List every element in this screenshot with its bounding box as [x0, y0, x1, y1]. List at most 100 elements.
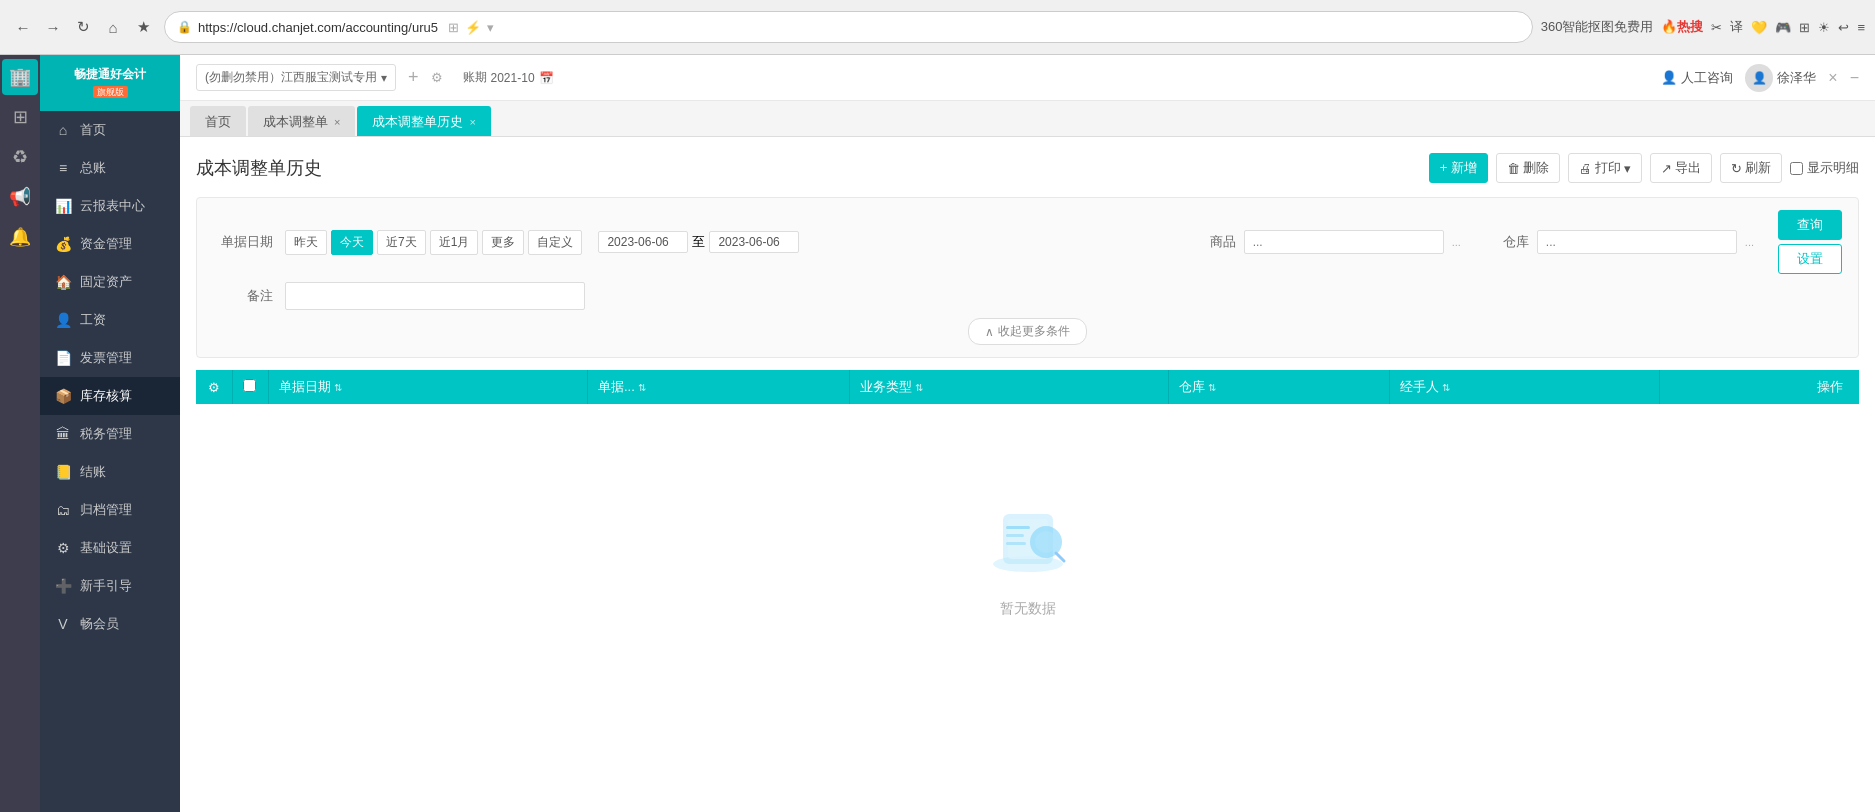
icon-bar-item-3[interactable]: 📢: [2, 179, 38, 215]
url-bar[interactable]: 🔒 https://cloud.chanjet.com/accounting/u…: [164, 11, 1533, 43]
extensions-icon: ⊞: [448, 20, 459, 35]
select-all-checkbox[interactable]: [243, 379, 256, 392]
sidebar-item-settings[interactable]: ⚙ 基础设置: [40, 529, 180, 567]
remark-input[interactable]: [285, 282, 585, 310]
sidebar-item-assets[interactable]: 🏠 固定资产: [40, 263, 180, 301]
icon-bar-item-4[interactable]: 🔔: [2, 219, 38, 255]
date-to-input[interactable]: 2023-06-06: [709, 231, 799, 253]
sidebar-item-vip[interactable]: V 畅会员: [40, 605, 180, 643]
settings-gear-icon[interactable]: ⚙: [431, 70, 443, 85]
user-btn[interactable]: 👤 徐泽华: [1745, 64, 1816, 92]
date-custom-btn[interactable]: 自定义: [528, 230, 582, 255]
sidebar-item-archive[interactable]: 🗂 归档管理: [40, 491, 180, 529]
date-today-btn[interactable]: 今天: [331, 230, 373, 255]
add-btn[interactable]: + 新增: [1429, 153, 1488, 183]
back-btn[interactable]: ←: [10, 14, 36, 40]
icon-bar-logo[interactable]: 🏢: [2, 59, 38, 95]
icon-bar-item-2[interactable]: ♻: [2, 139, 38, 175]
menu-icon: ≡: [1857, 20, 1865, 35]
th-warehouse-label: 仓库: [1179, 378, 1205, 396]
sidebar-item-inventory[interactable]: 📦 库存核算: [40, 377, 180, 415]
delete-btn[interactable]: 🗑 删除: [1496, 153, 1560, 183]
sidebar-item-salary[interactable]: 👤 工资: [40, 301, 180, 339]
filter-settings-btn[interactable]: 设置: [1778, 244, 1842, 274]
collapse-container: ∧ 收起更多条件: [213, 318, 1842, 345]
icon-bar-item-1[interactable]: ⊞: [2, 99, 38, 135]
sort-operator-btn[interactable]: 经手人 ⇅: [1400, 378, 1649, 396]
sidebar-item-closing[interactable]: 📒 结账: [40, 453, 180, 491]
forward-btn[interactable]: →: [40, 14, 66, 40]
show-detail-input[interactable]: [1790, 162, 1803, 175]
sidebar-item-ledger[interactable]: ≡ 总账: [40, 149, 180, 187]
page-actions: + 新增 🗑 删除 🖨 打印 ▾ ↗ 导出 ↻: [1429, 153, 1859, 183]
browser-nav: ← → ↻ ⌂ ★: [10, 14, 156, 40]
warehouse-more-btn[interactable]: ...: [1745, 236, 1754, 248]
sidebar-item-invoice[interactable]: 📄 发票管理: [40, 339, 180, 377]
home-icon: ⌂: [54, 122, 72, 138]
close-window-btn[interactable]: ×: [1828, 69, 1837, 87]
sort-biztype-btn[interactable]: 业务类型 ⇅: [860, 378, 1158, 396]
sort-date-icon: ⇅: [334, 382, 342, 393]
funds-icon: 💰: [54, 236, 72, 252]
collapse-btn[interactable]: ∧ 收起更多条件: [968, 318, 1087, 345]
table-header-row: ⚙ 单据日期 ⇅ 单据...: [196, 370, 1859, 404]
date-more-btn[interactable]: 更多: [482, 230, 524, 255]
sidebar-logo: 畅捷通好会计 旗舰版: [40, 55, 180, 111]
sidebar-item-home[interactable]: ⌂ 首页: [40, 111, 180, 149]
th-biztype-label: 业务类型: [860, 378, 912, 396]
support-btn[interactable]: 👤 人工咨询: [1661, 69, 1733, 87]
svg-point-4: [1035, 531, 1057, 553]
th-settings[interactable]: ⚙: [196, 370, 232, 404]
th-actions-label: 操作: [1817, 379, 1843, 394]
tax-icon: 🏛: [54, 426, 72, 442]
date-1month-btn[interactable]: 近1月: [430, 230, 479, 255]
export-btn[interactable]: ↗ 导出: [1650, 153, 1712, 183]
home-btn[interactable]: ⌂: [100, 14, 126, 40]
calendar-icon: 📅: [539, 71, 554, 85]
sidebar-item-tax[interactable]: 🏛 税务管理: [40, 415, 180, 453]
filter-row-date: 单据日期 昨天 今天 近7天 近1月 更多 自定义 2023-06-06 至 2…: [213, 210, 1842, 274]
tab-cost-adjust-history-close[interactable]: ×: [469, 116, 475, 128]
sidebar-item-reports-label: 云报表中心: [80, 197, 145, 215]
company-selector[interactable]: (勿删勿禁用）江西服宝测试专用 ▾: [196, 64, 396, 91]
search-btn[interactable]: 查询: [1778, 210, 1842, 240]
sidebar-item-guide-label: 新手引导: [80, 577, 132, 595]
delete-label: 删除: [1523, 159, 1549, 177]
sort-date-btn[interactable]: 单据日期 ⇅: [279, 378, 577, 396]
period-value: 2021-10: [491, 71, 535, 85]
bookmark-btn[interactable]: ★: [130, 14, 156, 40]
print-btn[interactable]: 🖨 打印 ▾: [1568, 153, 1642, 183]
date-quick-buttons: 昨天 今天 近7天 近1月 更多 自定义: [285, 230, 582, 255]
tab-home[interactable]: 首页: [190, 106, 246, 136]
sidebar-item-inventory-label: 库存核算: [80, 387, 132, 405]
warehouse-input[interactable]: [1537, 230, 1737, 254]
top-bar: (勿删勿禁用）江西服宝测试专用 ▾ + ⚙ 账期 2021-10 📅 👤 人工咨…: [180, 55, 1875, 101]
refresh-btn[interactable]: ↻: [70, 14, 96, 40]
date-7days-btn[interactable]: 近7天: [377, 230, 426, 255]
goods-more-btn[interactable]: ...: [1452, 236, 1461, 248]
tab-cost-adjust-close[interactable]: ×: [334, 116, 340, 128]
sidebar-item-funds[interactable]: 💰 资金管理: [40, 225, 180, 263]
sidebar-item-reports[interactable]: 📊 云报表中心: [40, 187, 180, 225]
closing-icon: 📒: [54, 464, 72, 480]
content-area: 成本调整单历史 + 新增 🗑 删除 🖨 打印 ▾ ↗ 导出: [180, 137, 1875, 812]
sort-number-icon: ⇅: [638, 382, 646, 393]
date-from-input[interactable]: 2023-06-06: [598, 231, 688, 253]
tab-cost-adjust[interactable]: 成本调整单 ×: [248, 106, 355, 136]
sort-warehouse-btn[interactable]: 仓库 ⇅: [1179, 378, 1379, 396]
add-company-btn[interactable]: +: [408, 67, 419, 88]
assets-icon: 🏠: [54, 274, 72, 290]
empty-text: 暂无数据: [1000, 600, 1056, 618]
show-detail-checkbox[interactable]: 显示明细: [1790, 159, 1859, 177]
reports-icon: 📊: [54, 198, 72, 214]
sort-number-btn[interactable]: 单据... ⇅: [598, 378, 839, 396]
tab-cost-adjust-history[interactable]: 成本调整单历史 ×: [357, 106, 490, 136]
th-operator: 经手人 ⇅: [1389, 370, 1659, 404]
company-name: (勿删勿禁用）江西服宝测试专用: [205, 69, 377, 86]
date-yesterday-btn[interactable]: 昨天: [285, 230, 327, 255]
refresh-btn[interactable]: ↻ 刷新: [1720, 153, 1782, 183]
sidebar-nav: ⌂ 首页 ≡ 总账 📊 云报表中心 💰 资金管理 🏠 固定资产 👤 工资: [40, 111, 180, 812]
goods-input[interactable]: [1244, 230, 1444, 254]
minimize-btn[interactable]: −: [1850, 69, 1859, 87]
sidebar-item-guide[interactable]: ➕ 新手引导: [40, 567, 180, 605]
